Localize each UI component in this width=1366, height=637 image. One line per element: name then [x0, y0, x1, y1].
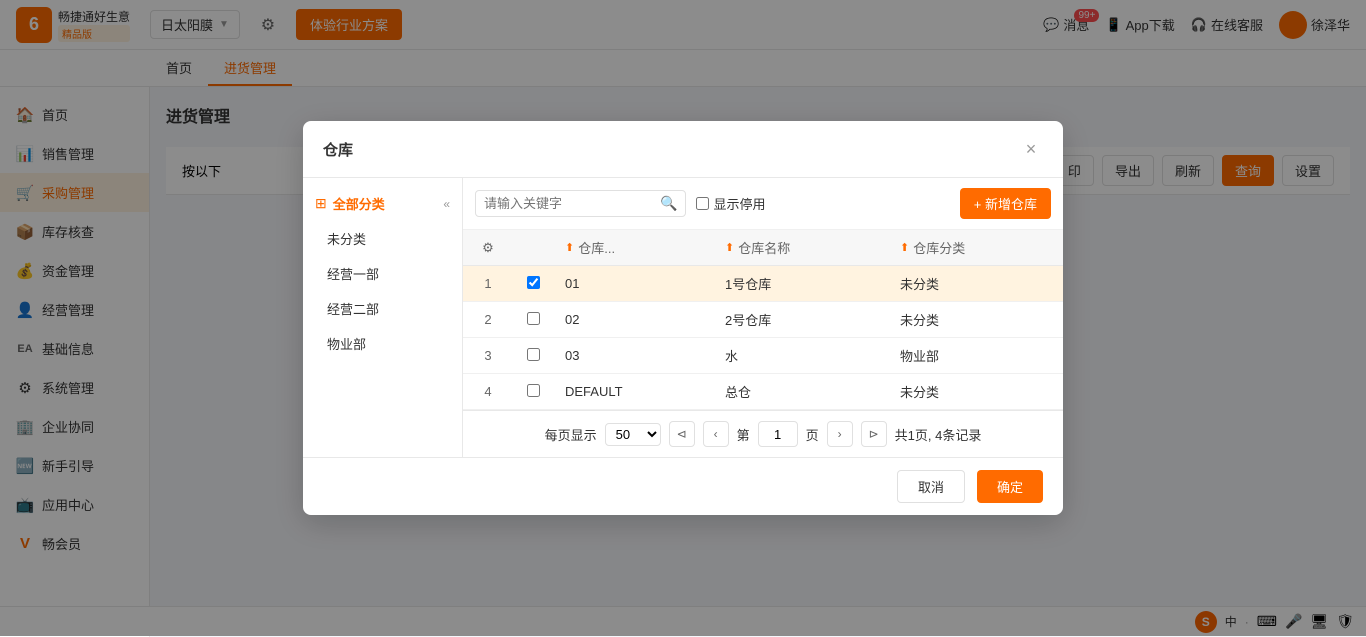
- modal-sidebar-dept1[interactable]: 经营一部: [303, 256, 462, 291]
- modal-title: 仓库: [323, 139, 353, 160]
- row-name: 2号仓库: [713, 302, 888, 338]
- cancel-button[interactable]: 取消: [897, 470, 965, 503]
- row-no: 3: [463, 338, 513, 374]
- row-checkbox[interactable]: [513, 302, 553, 338]
- show-disabled-checkbox[interactable]: [696, 197, 709, 210]
- modal-footer: 取消 确定: [303, 457, 1063, 515]
- modal-toolbar: 🔍 显示停用 + 新增仓库: [463, 178, 1063, 230]
- grid-icon: ⊞: [315, 195, 327, 212]
- row-name: 水: [713, 338, 888, 374]
- row-category: 物业部: [888, 338, 1063, 374]
- sort-icon-cat: ⬆: [900, 241, 909, 254]
- search-input-wrap: 🔍: [475, 190, 686, 217]
- th-checkbox: [513, 230, 553, 266]
- modal-header: 仓库 ×: [303, 121, 1063, 178]
- warehouse-modal: 仓库 × ⊞ 全部分类 « 未分类 经营一部 经营二部 物业部: [303, 121, 1063, 515]
- total-label: 共1页, 4条记录: [895, 425, 982, 444]
- modal-pagination: 每页显示 50 100 ⊲ ‹ 第 页 › ⊳ 共1页, 4条记录: [463, 410, 1063, 457]
- first-page-btn[interactable]: ⊲: [669, 421, 695, 447]
- row-category: 未分类: [888, 302, 1063, 338]
- row-code: DEFAULT: [553, 374, 713, 410]
- modal-sidebar-all-category[interactable]: ⊞ 全部分类 «: [303, 186, 462, 221]
- search-input[interactable]: [484, 196, 660, 211]
- table-row[interactable]: 3 03 水 物业部: [463, 338, 1063, 374]
- row-code: 02: [553, 302, 713, 338]
- page-number-input[interactable]: [758, 421, 798, 447]
- sort-icon-name: ⬆: [725, 241, 734, 254]
- modal-overlay: 仓库 × ⊞ 全部分类 « 未分类 经营一部 经营二部 物业部: [0, 0, 1366, 636]
- table-row[interactable]: 2 02 2号仓库 未分类: [463, 302, 1063, 338]
- modal-sidebar-uncategorized[interactable]: 未分类: [303, 221, 462, 256]
- th-settings: ⚙: [463, 230, 513, 266]
- row-no: 1: [463, 266, 513, 302]
- row-checkbox[interactable]: [513, 338, 553, 374]
- warehouse-table: ⚙ ⬆ 仓库... ⬆: [463, 230, 1063, 410]
- show-disabled-label[interactable]: 显示停用: [696, 194, 765, 213]
- new-warehouse-button[interactable]: + 新增仓库: [960, 188, 1051, 219]
- modal-sidebar-property[interactable]: 物业部: [303, 326, 462, 361]
- row-code: 01: [553, 266, 713, 302]
- table-row[interactable]: 4 DEFAULT 总仓 未分类: [463, 374, 1063, 410]
- sidebar-collapse-btn[interactable]: «: [443, 197, 450, 211]
- th-name: ⬆ 仓库名称: [713, 230, 888, 266]
- table-row[interactable]: 1 01 1号仓库 未分类: [463, 266, 1063, 302]
- th-code: ⬆ 仓库...: [553, 230, 713, 266]
- per-page-select[interactable]: 50 100: [605, 423, 661, 446]
- confirm-button[interactable]: 确定: [977, 470, 1043, 503]
- row-code: 03: [553, 338, 713, 374]
- next-page-btn[interactable]: ›: [827, 421, 853, 447]
- row-no: 2: [463, 302, 513, 338]
- last-page-btn[interactable]: ⊳: [861, 421, 887, 447]
- per-page-label: 每页显示: [545, 425, 597, 444]
- sort-icon: ⬆: [565, 241, 574, 254]
- modal-body: ⊞ 全部分类 « 未分类 经营一部 经营二部 物业部 🔍: [303, 178, 1063, 457]
- modal-content: 🔍 显示停用 + 新增仓库 ⚙: [463, 178, 1063, 457]
- modal-sidebar: ⊞ 全部分类 « 未分类 经营一部 经营二部 物业部: [303, 178, 463, 457]
- row-checkbox[interactable]: [513, 266, 553, 302]
- modal-sidebar-dept2[interactable]: 经营二部: [303, 291, 462, 326]
- row-checkbox[interactable]: [513, 374, 553, 410]
- row-name: 总仓: [713, 374, 888, 410]
- prev-page-btn[interactable]: ‹: [703, 421, 729, 447]
- row-name: 1号仓库: [713, 266, 888, 302]
- search-icon[interactable]: 🔍: [660, 195, 677, 212]
- row-category: 未分类: [888, 374, 1063, 410]
- th-category: ⬆ 仓库分类: [888, 230, 1063, 266]
- row-category: 未分类: [888, 266, 1063, 302]
- modal-table-wrap: ⚙ ⬆ 仓库... ⬆: [463, 230, 1063, 410]
- row-no: 4: [463, 374, 513, 410]
- modal-close-button[interactable]: ×: [1019, 137, 1043, 161]
